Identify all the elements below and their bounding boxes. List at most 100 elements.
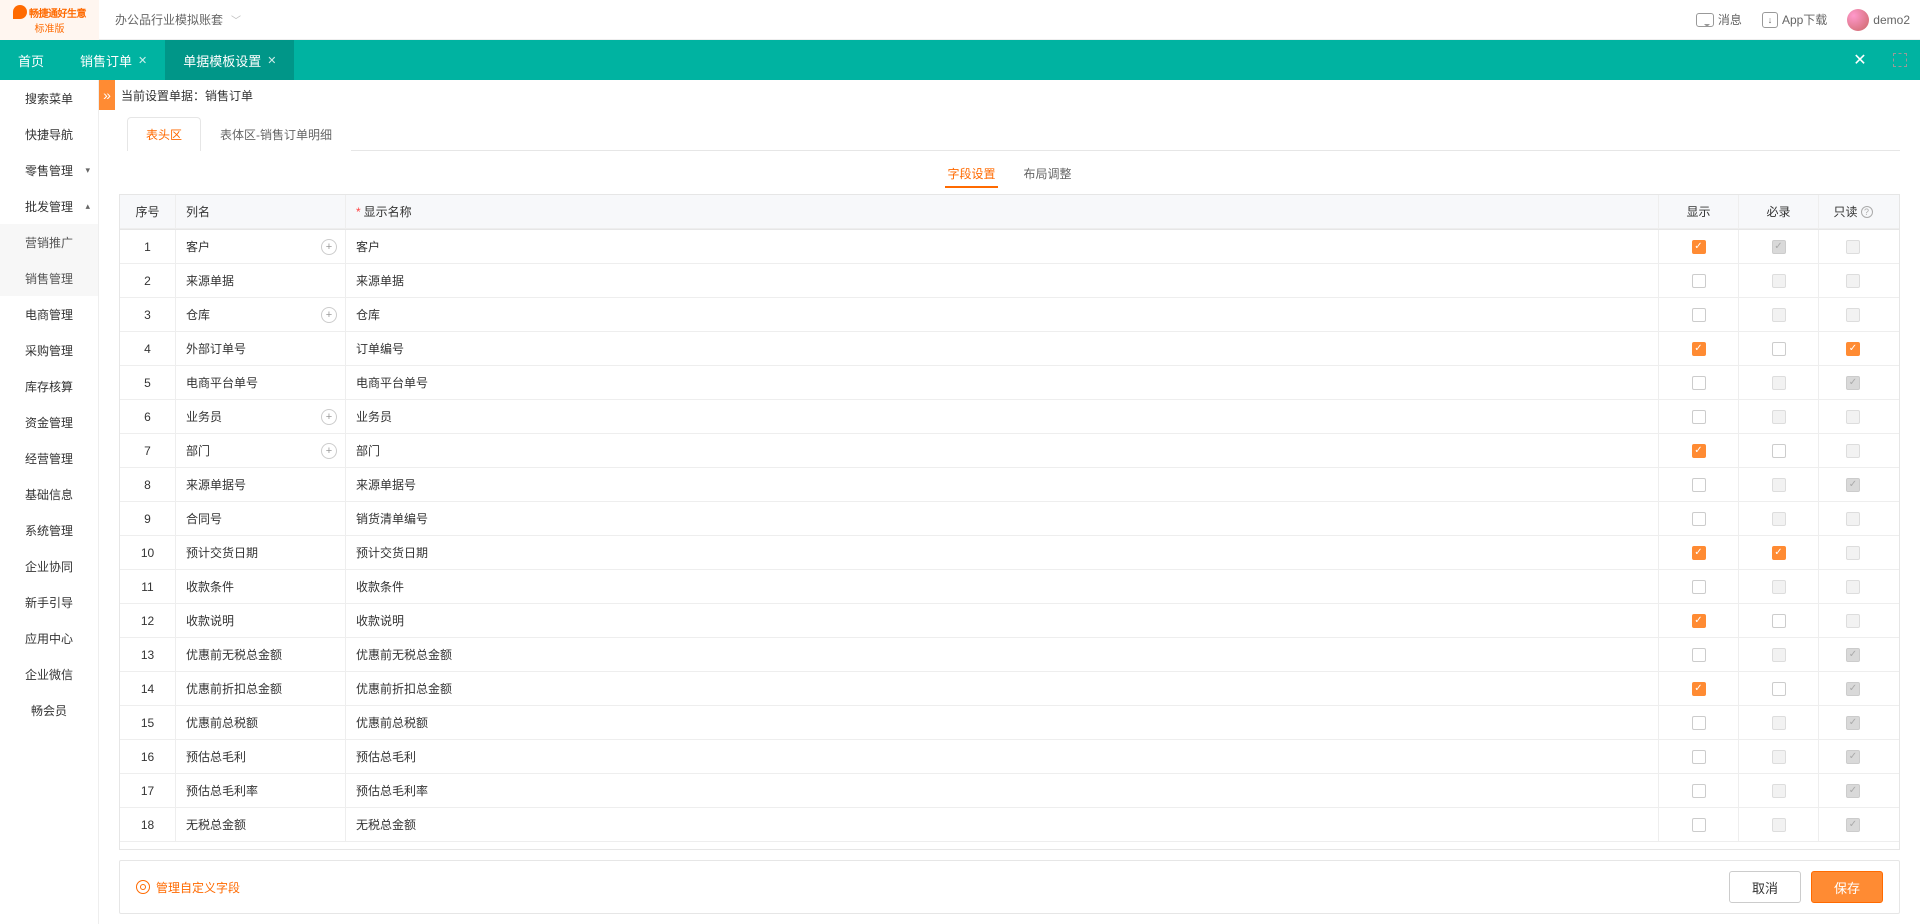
cell-name: 收款条件: [176, 570, 346, 604]
cell-display[interactable]: 订单编号: [346, 332, 1659, 366]
cell-display[interactable]: 预估总毛利: [346, 740, 1659, 774]
cell-name: 优惠前总税额: [176, 706, 346, 740]
th-show: 显示: [1659, 195, 1739, 229]
show-checkbox[interactable]: [1692, 240, 1706, 254]
close-all-tabs[interactable]: ✕: [1840, 40, 1880, 80]
show-checkbox[interactable]: [1692, 818, 1706, 832]
mode-tab-layout[interactable]: 布局调整: [1022, 161, 1074, 188]
show-checkbox[interactable]: [1692, 512, 1706, 526]
add-child-button[interactable]: +: [321, 409, 337, 425]
show-checkbox[interactable]: [1692, 750, 1706, 764]
sidebar-system[interactable]: 系统管理: [0, 512, 98, 548]
sidebar-wholesale[interactable]: 批发管理▴: [0, 188, 98, 224]
show-checkbox[interactable]: [1692, 308, 1706, 322]
required-checkbox: [1772, 376, 1786, 390]
show-checkbox[interactable]: [1692, 444, 1706, 458]
current-setting-banner: » 当前设置单据：销售订单: [99, 80, 1920, 110]
area-tab-header[interactable]: 表头区: [127, 117, 201, 151]
manage-custom-fields-link[interactable]: 管理自定义字段: [136, 879, 240, 896]
cell-display[interactable]: 客户: [346, 230, 1659, 264]
show-checkbox[interactable]: [1692, 274, 1706, 288]
cell-display[interactable]: 优惠前折扣总金额: [346, 672, 1659, 706]
sidebar-operation[interactable]: 经营管理: [0, 440, 98, 476]
page-tabbar: 首页 销售订单 ✕ 单据模板设置 ✕ ✕: [0, 40, 1920, 80]
add-child-button[interactable]: +: [321, 239, 337, 255]
required-checkbox[interactable]: [1772, 546, 1786, 560]
show-checkbox[interactable]: [1692, 546, 1706, 560]
show-checkbox[interactable]: [1692, 716, 1706, 730]
sidebar-promo[interactable]: 营销推广: [0, 224, 98, 260]
sidebar-sales-mgmt[interactable]: 销售管理: [0, 260, 98, 296]
required-checkbox[interactable]: [1772, 342, 1786, 356]
required-checkbox[interactable]: [1772, 444, 1786, 458]
cell-display[interactable]: 无税总金额: [346, 808, 1659, 842]
close-icon[interactable]: ✕: [267, 54, 276, 67]
show-checkbox[interactable]: [1692, 410, 1706, 424]
cell-display[interactable]: 预估总毛利率: [346, 774, 1659, 808]
required-checkbox[interactable]: [1772, 614, 1786, 628]
messages-link[interactable]: 消息: [1686, 11, 1752, 28]
table-body[interactable]: 1 客户 + 客户 2 来源单据 来源单据 3 仓库 + 仓库 4: [119, 229, 1900, 850]
area-tab-body[interactable]: 表体区-销售订单明细: [201, 117, 351, 151]
cell-display[interactable]: 预计交货日期: [346, 536, 1659, 570]
show-checkbox[interactable]: [1692, 648, 1706, 662]
sidebar-ecommerce[interactable]: 电商管理: [0, 296, 98, 332]
cell-name: 无税总金额: [176, 808, 346, 842]
cell-display[interactable]: 仓库: [346, 298, 1659, 332]
cell-display[interactable]: 收款说明: [346, 604, 1659, 638]
show-checkbox[interactable]: [1692, 342, 1706, 356]
required-checkbox[interactable]: [1772, 682, 1786, 696]
tab-home[interactable]: 首页: [0, 40, 62, 80]
table-row: 3 仓库 + 仓库: [120, 298, 1899, 332]
cell-required: [1739, 264, 1819, 298]
show-checkbox[interactable]: [1692, 614, 1706, 628]
cell-seq: 3: [120, 298, 176, 332]
cell-display[interactable]: 业务员: [346, 400, 1659, 434]
cell-display[interactable]: 销货清单编号: [346, 502, 1659, 536]
user-menu[interactable]: demo2: [1837, 9, 1920, 31]
cell-display[interactable]: 部门: [346, 434, 1659, 468]
show-checkbox[interactable]: [1692, 478, 1706, 492]
sidebar-inventory[interactable]: 库存核算: [0, 368, 98, 404]
close-icon[interactable]: ✕: [138, 54, 147, 67]
sidebar-basic[interactable]: 基础信息: [0, 476, 98, 512]
add-child-button[interactable]: +: [321, 443, 337, 459]
sidebar-purchase[interactable]: 采购管理: [0, 332, 98, 368]
show-checkbox[interactable]: [1692, 682, 1706, 696]
cell-display[interactable]: 优惠前无税总金额: [346, 638, 1659, 672]
sidebar-retail[interactable]: 零售管理▾: [0, 152, 98, 188]
save-button[interactable]: 保存: [1811, 871, 1883, 903]
show-checkbox[interactable]: [1692, 784, 1706, 798]
account-book-select[interactable]: 办公品行业模拟账套 ﹀: [99, 11, 257, 28]
sidebar-finance[interactable]: 资金管理: [0, 404, 98, 440]
cell-show: [1659, 434, 1739, 468]
tab-template-setting[interactable]: 单据模板设置 ✕: [165, 40, 294, 80]
add-child-button[interactable]: +: [321, 307, 337, 323]
sidebar-app-center[interactable]: 应用中心: [0, 620, 98, 656]
sidebar-member[interactable]: 畅会员: [0, 692, 98, 728]
sidebar-collab[interactable]: 企业协同: [0, 548, 98, 584]
help-icon[interactable]: ?: [1861, 206, 1873, 218]
fullscreen-toggle[interactable]: [1880, 40, 1920, 80]
cell-display[interactable]: 来源单据: [346, 264, 1659, 298]
field-name-label: 业务员: [186, 408, 222, 425]
cancel-button[interactable]: 取消: [1729, 871, 1801, 903]
banner-expand-icon[interactable]: »: [99, 80, 115, 110]
show-checkbox[interactable]: [1692, 580, 1706, 594]
cell-display[interactable]: 来源单据号: [346, 468, 1659, 502]
sidebar-search-menu[interactable]: 搜索菜单: [0, 80, 98, 116]
sidebar-guide[interactable]: 新手引导: [0, 584, 98, 620]
cell-display[interactable]: 电商平台单号: [346, 366, 1659, 400]
required-checkbox: [1772, 308, 1786, 322]
sidebar-quick-nav[interactable]: 快捷导航: [0, 116, 98, 152]
cell-seq: 5: [120, 366, 176, 400]
mode-tab-fields[interactable]: 字段设置: [945, 161, 997, 188]
readonly-checkbox[interactable]: [1846, 342, 1860, 356]
sidebar-wecom[interactable]: 企业微信: [0, 656, 98, 692]
cell-display[interactable]: 优惠前总税额: [346, 706, 1659, 740]
brand-logo[interactable]: 畅捷通好生意 标准版: [0, 0, 99, 40]
tab-sales-order[interactable]: 销售订单 ✕: [62, 40, 165, 80]
cell-display[interactable]: 收款条件: [346, 570, 1659, 604]
app-download-link[interactable]: ↓ App下载: [1752, 11, 1837, 28]
show-checkbox[interactable]: [1692, 376, 1706, 390]
